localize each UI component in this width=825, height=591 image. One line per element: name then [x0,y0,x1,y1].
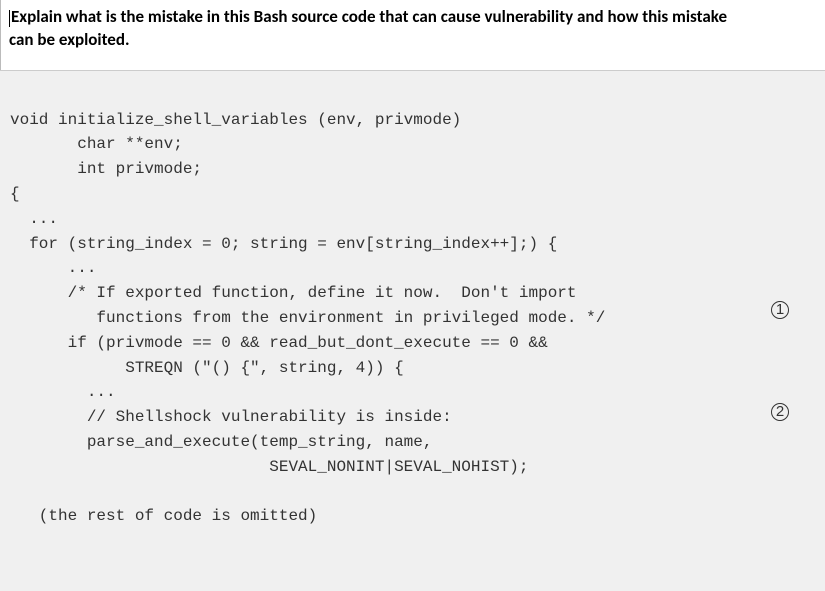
code-line: functions from the environment in privil… [10,309,605,327]
code-line: if (privmode == 0 && read_but_dont_execu… [10,334,548,352]
code-line: int privmode; [10,160,202,178]
question-line-1: Explain what is the mistake in this Bash… [11,6,727,27]
question-line-2: can be exploited. [9,29,130,50]
code-line: { [10,185,20,203]
code-line: STREQN ("() {", string, 4)) { [10,359,404,377]
code-line: // Shellshock vulnerability is inside: [10,408,452,426]
code-line: (the rest of code is omitted) [10,507,317,525]
question-text: Explain what is the mistake in this Bash… [0,0,825,70]
code-block: void initialize_shell_variables (env, pr… [0,70,825,591]
code-line: SEVAL_NONINT|SEVAL_NOHIST); [10,458,528,476]
annotation-marker-1: 1 [771,301,789,319]
code-line: char **env; [10,135,183,153]
code-line: void initialize_shell_variables (env, pr… [10,111,461,129]
annotation-marker-2: 2 [771,403,789,421]
text-cursor [9,10,10,27]
code-line: parse_and_execute(temp_string, name, [10,433,432,451]
code-line: ... [10,259,96,277]
code-line: ... [10,383,116,401]
code-line: for (string_index = 0; string = env[stri… [10,235,557,253]
code-line: /* If exported function, define it now. … [10,284,577,302]
code-line: ... [10,210,58,228]
